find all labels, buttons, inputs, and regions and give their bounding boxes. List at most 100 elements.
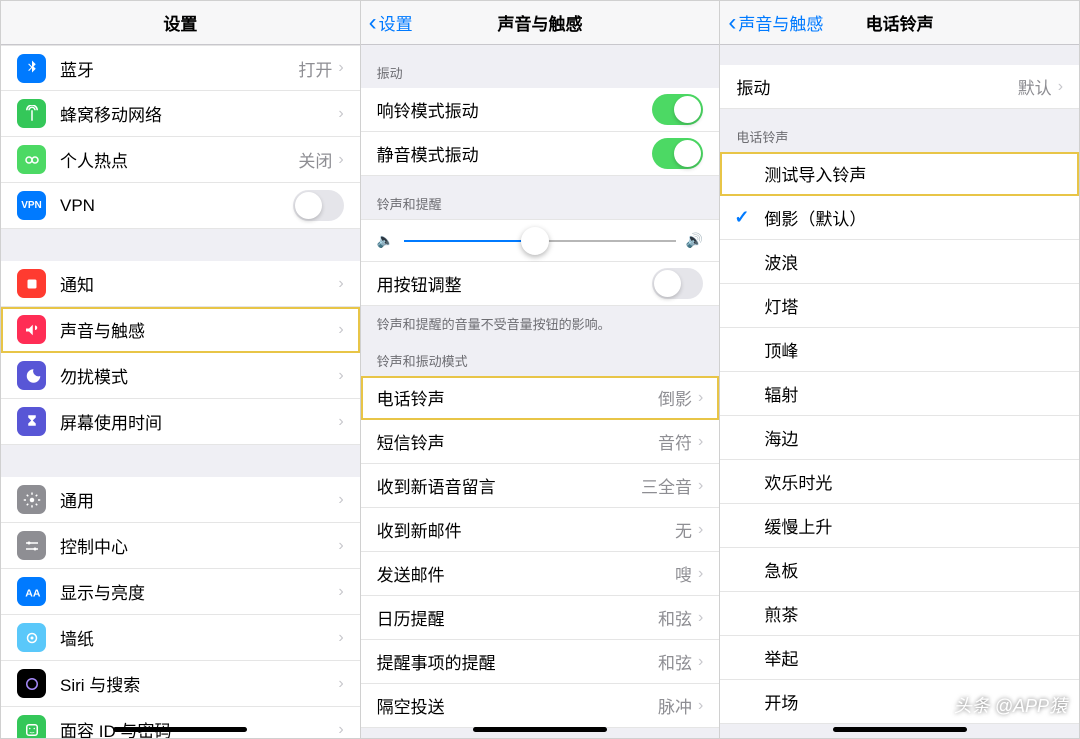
- cell-detail: 无: [675, 517, 692, 542]
- ringtone-item[interactable]: 煎茶: [720, 592, 1079, 636]
- cell-label: 波浪: [764, 249, 1063, 274]
- ringtone-item[interactable]: 缓慢上升: [720, 504, 1079, 548]
- ringtone-item[interactable]: 辐射: [720, 372, 1079, 416]
- vpn-cell[interactable]: VPN VPN: [1, 183, 360, 229]
- voicemail-cell[interactable]: 收到新语音留言 三全音 ›: [361, 464, 720, 508]
- chevron-right-icon: ›: [338, 629, 343, 647]
- home-indicator[interactable]: [113, 727, 247, 732]
- cell-label: 举起: [764, 645, 1063, 670]
- cell-label: 个人热点: [60, 147, 298, 172]
- ringtone-item[interactable]: 灯塔: [720, 284, 1079, 328]
- general-cell[interactable]: 通用 ›: [1, 477, 360, 523]
- ringtone-item[interactable]: 顶峰: [720, 328, 1079, 372]
- cell-label: 蓝牙: [60, 56, 298, 81]
- cell-detail: 嗖: [675, 561, 692, 586]
- back-button[interactable]: ‹ 设置: [369, 10, 413, 35]
- cell-label: 缓慢上升: [764, 513, 1063, 538]
- vpn-switch[interactable]: [293, 190, 344, 221]
- content[interactable]: 振动 响铃模式振动 静音模式振动 铃声和提醒 🔈 🔊 用按钮调整: [361, 45, 720, 738]
- cell-detail: 倒影: [658, 385, 692, 410]
- chevron-right-icon: ›: [338, 721, 343, 739]
- volume-slider[interactable]: [404, 240, 676, 242]
- airdrop-cell[interactable]: 隔空投送 脉冲 ›: [361, 684, 720, 728]
- cell-label: 急板: [764, 557, 1063, 582]
- home-indicator[interactable]: [473, 727, 607, 732]
- faceid-icon: [17, 715, 46, 738]
- bluetooth-icon: [17, 54, 46, 83]
- screentime-cell[interactable]: 屏幕使用时间 ›: [1, 399, 360, 445]
- chevron-right-icon: ›: [698, 609, 703, 627]
- notifications-icon: [17, 269, 46, 298]
- newmail-cell[interactable]: 收到新邮件 无 ›: [361, 508, 720, 552]
- display-cell[interactable]: AA 显示与亮度 ›: [1, 569, 360, 615]
- vibrate-silent-cell[interactable]: 静音模式振动: [361, 132, 720, 176]
- chevron-right-icon: ›: [338, 367, 343, 385]
- ringtone-item[interactable]: 急板: [720, 548, 1079, 592]
- calendar-cell[interactable]: 日历提醒 和弦 ›: [361, 596, 720, 640]
- ringtone-cell[interactable]: 电话铃声 倒影 ›: [361, 376, 720, 420]
- ringtone-screen: ‹ 声音与触感 电话铃声 振动 默认 › 电话铃声 测试导入铃声 倒影（默认） …: [720, 0, 1080, 739]
- speaker-high-icon: 🔊: [686, 232, 703, 249]
- hourglass-icon: [17, 407, 46, 436]
- hotspot-icon: [17, 145, 46, 174]
- reminder-cell[interactable]: 提醒事项的提醒 和弦 ›: [361, 640, 720, 684]
- cell-label: 灯塔: [764, 293, 1063, 318]
- ringtone-item[interactable]: 海边: [720, 416, 1079, 460]
- cell-label: 控制中心: [60, 533, 338, 558]
- button-adjust-cell[interactable]: 用按钮调整: [361, 262, 720, 306]
- chevron-right-icon: ›: [338, 537, 343, 555]
- cell-label: 蜂窝移动网络: [60, 101, 338, 126]
- ringtone-item[interactable]: 欢乐时光: [720, 460, 1079, 504]
- content[interactable]: 蓝牙 打开 › 蜂窝移动网络 › 个人热点 关闭 › VPN VPN: [1, 45, 360, 738]
- cell-label: 提醒事项的提醒: [377, 649, 658, 674]
- cell-label: 收到新语音留言: [377, 473, 641, 498]
- controlcenter-cell[interactable]: 控制中心 ›: [1, 523, 360, 569]
- cell-label: 发送邮件: [377, 561, 675, 586]
- chevron-right-icon: ›: [338, 105, 343, 123]
- section-ringer: 铃声和提醒: [361, 176, 720, 219]
- cell-label: 响铃模式振动: [377, 97, 653, 122]
- cell-detail: 三全音: [641, 473, 692, 498]
- custom-ringtone-cell[interactable]: 测试导入铃声: [720, 152, 1079, 196]
- cell-label: 墙纸: [60, 625, 338, 650]
- cell-label: 海边: [764, 425, 1063, 450]
- sounds-cell[interactable]: 声音与触感 ›: [1, 307, 360, 353]
- cell-label: 声音与触感: [60, 317, 338, 342]
- chevron-right-icon: ›: [338, 275, 343, 293]
- cell-label: VPN: [60, 196, 293, 216]
- hotspot-cell[interactable]: 个人热点 关闭 ›: [1, 137, 360, 183]
- ringtone-item[interactable]: 举起: [720, 636, 1079, 680]
- header-title: 声音与触感: [498, 10, 583, 35]
- speaker-low-icon: 🔈: [377, 232, 394, 249]
- cell-label: 屏幕使用时间: [60, 409, 338, 434]
- dnd-cell[interactable]: 勿扰模式 ›: [1, 353, 360, 399]
- cellular-cell[interactable]: 蜂窝移动网络 ›: [1, 91, 360, 137]
- texttone-cell[interactable]: 短信铃声 音符 ›: [361, 420, 720, 464]
- bluetooth-cell[interactable]: 蓝牙 打开 ›: [1, 45, 360, 91]
- home-indicator[interactable]: [833, 727, 967, 732]
- back-button[interactable]: ‹ 声音与触感: [728, 10, 823, 35]
- back-label: 设置: [379, 10, 413, 35]
- faceid-cell[interactable]: 面容 ID 与密码 ›: [1, 707, 360, 738]
- wallpaper-cell[interactable]: 墙纸 ›: [1, 615, 360, 661]
- content[interactable]: 振动 默认 › 电话铃声 测试导入铃声 倒影（默认） 波浪 灯塔 顶峰 辐射 海…: [720, 45, 1079, 738]
- siri-cell[interactable]: Siri 与搜索 ›: [1, 661, 360, 707]
- ringtone-item[interactable]: 倒影（默认）: [720, 196, 1079, 240]
- vibration-cell[interactable]: 振动 默认 ›: [720, 65, 1079, 109]
- volume-slider-row[interactable]: 🔈 🔊: [361, 219, 720, 262]
- button-adjust-switch[interactable]: [652, 268, 703, 299]
- chevron-right-icon: ›: [338, 491, 343, 509]
- vibrate-ring-cell[interactable]: 响铃模式振动: [361, 88, 720, 132]
- cell-detail: 打开: [298, 56, 332, 81]
- vibrate-ring-switch[interactable]: [652, 94, 703, 125]
- gear-icon: [17, 485, 46, 514]
- vibrate-silent-switch[interactable]: [652, 138, 703, 169]
- cell-label: 测试导入铃声: [764, 161, 1063, 186]
- slider-thumb[interactable]: [521, 227, 549, 255]
- cell-label: 日历提醒: [377, 605, 658, 630]
- sentmail-cell[interactable]: 发送邮件 嗖 ›: [361, 552, 720, 596]
- chevron-right-icon: ›: [698, 565, 703, 583]
- notifications-cell[interactable]: 通知 ›: [1, 261, 360, 307]
- ringtone-item[interactable]: 波浪: [720, 240, 1079, 284]
- antenna-icon: [17, 99, 46, 128]
